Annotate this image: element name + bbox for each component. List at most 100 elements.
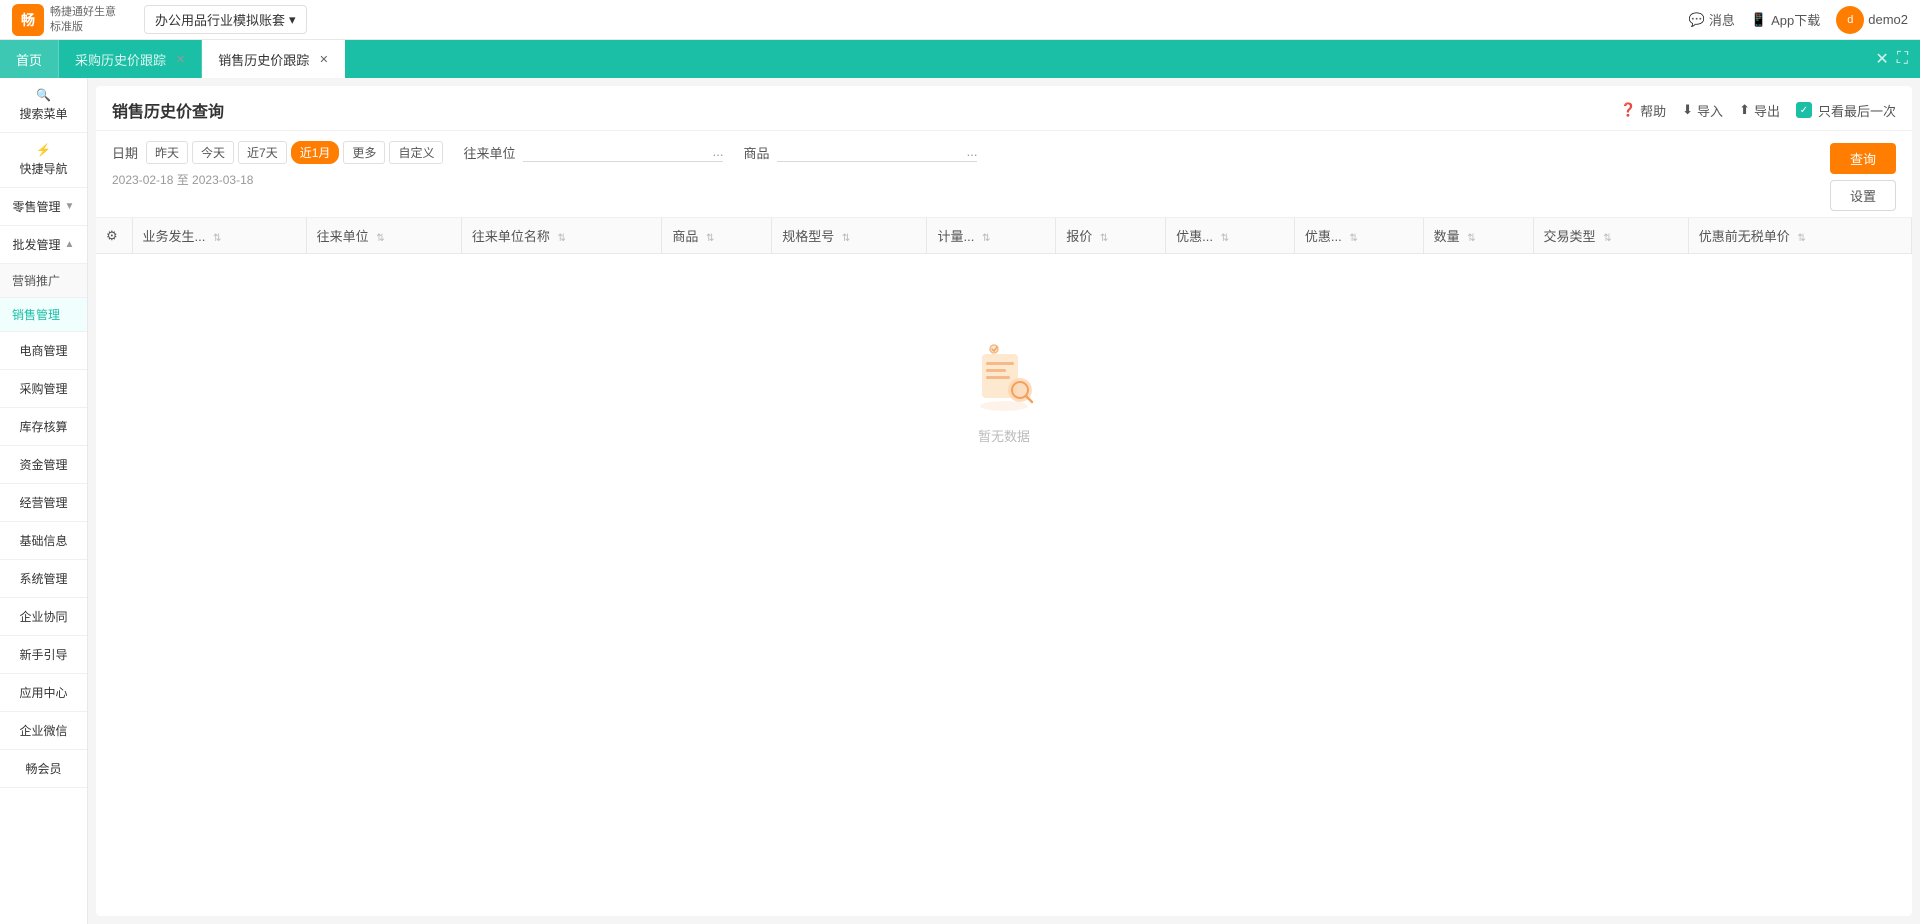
topbar: 畅 畅捷通好生意 标准版 办公用品行业模拟账套 ▾ 💬 消息 📱 App下载 d… (0, 0, 1920, 40)
th-discount1[interactable]: 优惠... ⇅ (1166, 218, 1295, 254)
close-all-tabs-button[interactable]: ✕ (1875, 49, 1888, 69)
export-button[interactable]: ⬆ 导出 (1739, 101, 1780, 120)
empty-text: 暂无数据 (978, 426, 1030, 445)
sort-icon: ⇅ (982, 233, 990, 244)
source-filter: 往来单位 ... (463, 143, 723, 162)
sidebar-item-new-guide[interactable]: 新手引导 (0, 636, 87, 674)
sidebar-item-marketing[interactable]: 营销推广 (0, 264, 87, 298)
page-header: 销售历史价查询 ❓ 帮助 ⬇ 导入 ⬆ 导出 ✓ (96, 86, 1912, 131)
source-dots[interactable]: ... (713, 144, 724, 159)
sidebar-item-search[interactable]: 🔍 搜索菜单 (0, 78, 87, 133)
date-filter-row: 日期 昨天 今天 近7天 近1月 更多 自定义 (112, 141, 443, 164)
query-button[interactable]: 查询 (1830, 143, 1896, 174)
date-btn-more[interactable]: 更多 (343, 141, 385, 164)
sort-icon: ⇅ (1797, 233, 1805, 244)
date-btn-custom[interactable]: 自定义 (389, 141, 443, 164)
gear-icon: ⚙ (106, 228, 118, 243)
th-goods[interactable]: 商品 ⇅ (662, 218, 772, 254)
date-btn-1month[interactable]: 近1月 (291, 141, 340, 164)
page-container: 销售历史价查询 ❓ 帮助 ⬇ 导入 ⬆ 导出 ✓ (96, 86, 1912, 916)
sidebar-item-wholesale[interactable]: 批发管理 ▲ (0, 226, 87, 264)
export-icon: ⬆ (1739, 102, 1750, 118)
fullscreen-button[interactable]: ⛶ (1897, 50, 1908, 68)
sidebar-item-sales-mgmt[interactable]: 销售管理 (0, 298, 87, 332)
data-table: ⚙ 业务发生... ⇅ 往来单位 ⇅ 往来单位名称 (96, 218, 1912, 254)
topbar-right: 💬 消息 📱 App下载 d demo2 (1689, 6, 1908, 34)
message-icon: 💬 (1689, 12, 1705, 28)
th-spec[interactable]: 规格型号 ⇅ (772, 218, 927, 254)
goods-input-area[interactable]: ... (777, 144, 977, 162)
th-trade-type[interactable]: 交易类型 ⇅ (1533, 218, 1688, 254)
filter-area: 日期 昨天 今天 近7天 近1月 更多 自定义 2023-02-18 至 202… (96, 131, 1912, 218)
page-title: 销售历史价查询 (112, 98, 224, 122)
page-header-actions: ❓ 帮助 ⬇ 导入 ⬆ 导出 ✓ 只看最后一次 (1620, 101, 1896, 120)
content-area: 销售历史价查询 ❓ 帮助 ⬇ 导入 ⬆ 导出 ✓ (88, 78, 1920, 924)
app-download-nav[interactable]: 📱 App下载 (1751, 10, 1820, 29)
avatar: d (1836, 6, 1864, 34)
sidebar-item-purchase[interactable]: 采购管理 (0, 370, 87, 408)
table-header-row: ⚙ 业务发生... ⇅ 往来单位 ⇅ 往来单位名称 (96, 218, 1912, 254)
sidebar-item-system[interactable]: 系统管理 (0, 560, 87, 598)
goods-input[interactable] (777, 144, 962, 159)
tab-purchase-history[interactable]: 采购历史价跟踪 ✕ (59, 40, 202, 78)
sidebar-item-operations[interactable]: 经营管理 (0, 484, 87, 522)
sort-icon: ⇅ (376, 233, 384, 244)
th-qty[interactable]: 数量 ⇅ (1423, 218, 1533, 254)
logo-icon: 畅 (12, 4, 44, 36)
th-unit[interactable]: 往来单位 ⇅ (306, 218, 461, 254)
date-btn-today[interactable]: 今天 (192, 141, 234, 164)
th-price[interactable]: 报价 ⇅ (1056, 218, 1166, 254)
tab-home[interactable]: 首页 (0, 40, 59, 78)
import-button[interactable]: ⬇ 导入 (1682, 101, 1723, 120)
tab-close-sales[interactable]: ✕ (319, 53, 328, 66)
empty-state: 暂无数据 (96, 254, 1912, 525)
app-selector[interactable]: 办公用品行业模拟账套 ▾ (144, 5, 307, 34)
th-unit-name[interactable]: 往来单位名称 ⇅ (461, 218, 662, 254)
sidebar-item-enterprise-collab[interactable]: 企业协同 (0, 598, 87, 636)
sidebar: 🔍 搜索菜单 ⚡ 快捷导航 零售管理 ▼ 批发管理 ▲ 营销推广 销售管理 电商… (0, 78, 88, 924)
table-container: ⚙ 业务发生... ⇅ 往来单位 ⇅ 往来单位名称 (96, 218, 1912, 916)
sidebar-item-quick-nav[interactable]: ⚡ 快捷导航 (0, 133, 87, 188)
th-discount2[interactable]: 优惠... ⇅ (1294, 218, 1423, 254)
chevron-down-icon: ▼ (65, 201, 75, 212)
sidebar-item-finance[interactable]: 资金管理 (0, 446, 87, 484)
chevron-up-icon: ▲ (65, 239, 75, 250)
only-last-checkbox-area[interactable]: ✓ 只看最后一次 (1796, 101, 1896, 120)
user-area[interactable]: d demo2 (1836, 6, 1908, 34)
sidebar-item-app-center[interactable]: 应用中心 (0, 674, 87, 712)
date-btn-yesterday[interactable]: 昨天 (146, 141, 188, 164)
date-buttons: 昨天 今天 近7天 近1月 更多 自定义 (146, 141, 443, 164)
question-icon: ❓ (1620, 102, 1636, 118)
sort-icon: ⇅ (1467, 233, 1475, 244)
sidebar-item-member[interactable]: 畅会员 (0, 750, 87, 788)
sidebar-item-basic-info[interactable]: 基础信息 (0, 522, 87, 560)
tab-sales-history[interactable]: 销售历史价跟踪 ✕ (202, 40, 345, 78)
settings-button[interactable]: 设置 (1830, 180, 1896, 211)
phone-icon: 📱 (1751, 12, 1767, 28)
checkbox-checked-icon: ✓ (1796, 102, 1812, 118)
date-btn-7days[interactable]: 近7天 (238, 141, 287, 164)
message-nav[interactable]: 💬 消息 (1689, 10, 1735, 29)
tab-close-purchase[interactable]: ✕ (176, 53, 185, 66)
sidebar-item-ecommerce[interactable]: 电商管理 (0, 332, 87, 370)
source-input[interactable] (523, 144, 708, 159)
sort-icon: ⇅ (1100, 233, 1108, 244)
goods-filter: 商品 ... (743, 143, 977, 162)
source-input-area[interactable]: ... (523, 144, 723, 162)
date-range-display: 2023-02-18 至 2023-03-18 (112, 171, 443, 188)
topbar-left: 畅 畅捷通好生意 标准版 办公用品行业模拟账套 ▾ (12, 4, 307, 36)
sidebar-item-wechat[interactable]: 企业微信 (0, 712, 87, 750)
tab-actions: ✕ ⛶ (1863, 40, 1920, 78)
th-measure[interactable]: 计量... ⇅ (927, 218, 1056, 254)
sidebar-item-retail[interactable]: 零售管理 ▼ (0, 188, 87, 226)
th-gear[interactable]: ⚙ (96, 218, 132, 254)
th-pre-tax-price[interactable]: 优惠前无税单价 ⇅ (1688, 218, 1911, 254)
th-date[interactable]: 业务发生... ⇅ (132, 218, 306, 254)
import-icon: ⬇ (1682, 102, 1693, 118)
help-button[interactable]: ❓ 帮助 (1620, 101, 1666, 120)
sidebar-item-inventory[interactable]: 库存核算 (0, 408, 87, 446)
sort-icon: ⇅ (706, 233, 714, 244)
nav-icon: ⚡ (36, 143, 51, 157)
goods-dots[interactable]: ... (967, 144, 978, 159)
sort-icon: ⇅ (557, 233, 565, 244)
